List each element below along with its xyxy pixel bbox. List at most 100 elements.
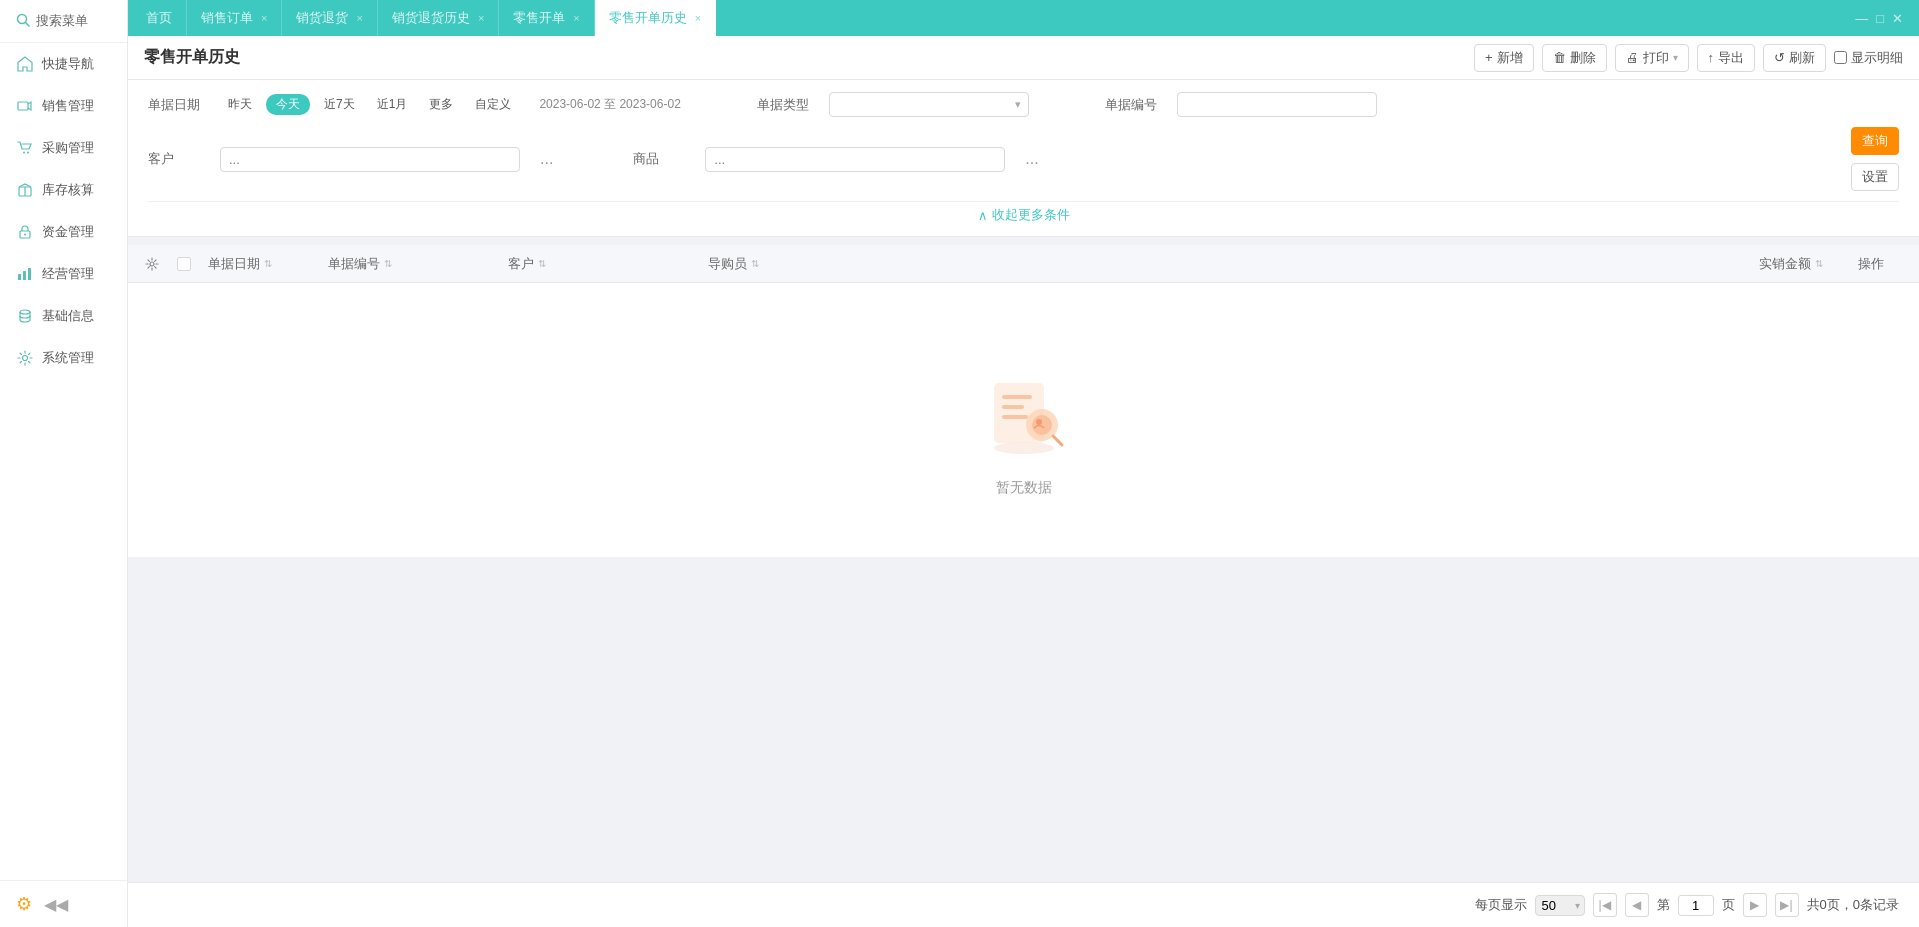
doc-number-input[interactable] [1177,92,1377,117]
tab-sales-order-label: 销售订单 [201,9,253,27]
prev-page-btn[interactable]: ◀ [1625,893,1649,917]
goods-input[interactable] [705,147,1005,172]
th-date-label: 单据日期 [208,255,260,273]
svg-line-22 [1053,436,1062,445]
date-btn-last7[interactable]: 近7天 [316,94,363,115]
tab-sales-return-history[interactable]: 销货退货历史 × [378,0,499,36]
gear-icon [16,349,34,367]
th-amount[interactable]: 实销金额 ⇅ [1711,255,1831,273]
show-detail-checkbox-wrap[interactable]: 显示明细 [1834,49,1903,67]
query-label: 查询 [1862,132,1888,150]
print-icon: 🖨 [1626,50,1639,65]
sidebar-search[interactable]: 搜索菜单 [0,0,127,43]
customer-filter-label: 客户 [148,150,204,168]
print-button[interactable]: 🖨 打印 ▾ [1615,44,1689,72]
sidebar-search-label: 搜索菜单 [36,12,88,30]
page-number-input[interactable]: 1 [1678,895,1714,916]
tab-sales-return-close[interactable]: × [356,12,362,24]
top-nav: 首页 销售订单 × 销货退货 × 销货退货历史 × 零售开单 × 零售开单历史 … [128,0,1919,36]
sidebar-item-system[interactable]: 系统管理 [0,337,127,379]
date-btn-custom[interactable]: 自定义 [467,94,519,115]
svg-line-1 [26,22,30,26]
tab-sales-return[interactable]: 销货退货 × [282,0,377,36]
export-button[interactable]: ↑ 导出 [1697,44,1756,72]
tab-home[interactable]: 首页 [136,0,187,36]
sidebar-item-sales-mgmt[interactable]: 销售管理 [0,85,127,127]
svg-point-21 [1032,415,1052,435]
date-btn-today[interactable]: 今天 [266,94,310,115]
customer-input[interactable] [220,147,520,172]
filter-area: 单据日期 昨天 今天 近7天 近1月 更多 自定义 2023-06-02 至 2… [128,80,1919,237]
svg-point-12 [20,310,30,314]
select-all-checkbox[interactable] [177,257,191,271]
sidebar-item-label: 采购管理 [42,139,94,157]
refresh-label: 刷新 [1789,49,1815,67]
customer-dots-btn[interactable]: ... [536,150,557,168]
refresh-icon: ↺ [1774,50,1785,65]
date-btn-yesterday[interactable]: 昨天 [220,94,260,115]
collapse-sidebar-icon[interactable]: ◀◀ [44,895,68,914]
tab-home-label: 首页 [146,9,172,27]
sidebar-item-operations[interactable]: 经营管理 [0,253,127,295]
th-number[interactable]: 单据编号 ⇅ [320,255,500,273]
window-close-btn[interactable]: ✕ [1892,11,1903,26]
svg-rect-10 [23,271,26,280]
add-label: 新增 [1497,49,1523,67]
sidebar-item-finance[interactable]: 资金管理 [0,211,127,253]
window-restore-btn[interactable]: □ [1876,11,1884,26]
sidebar-item-basic-info[interactable]: 基础信息 [0,295,127,337]
export-icon: ↑ [1708,50,1715,65]
tab-retail-history-close[interactable]: × [695,12,701,24]
goods-dots-btn[interactable]: ... [1021,150,1042,168]
filter-row-1: 单据日期 昨天 今天 近7天 近1月 更多 自定义 2023-06-02 至 2… [148,92,1899,117]
doc-number-label: 单据编号 [1105,96,1161,114]
tab-retail-open[interactable]: 零售开单 × [499,0,594,36]
svg-point-15 [994,442,1054,454]
sidebar-item-label: 库存核算 [42,181,94,199]
empty-icon [974,363,1074,463]
export-label: 导出 [1718,49,1744,67]
table-settings-icon[interactable] [136,257,168,271]
empty-state: 暂无数据 [128,283,1919,557]
first-page-btn[interactable]: |◀ [1593,893,1617,917]
doc-type-select-wrap [829,92,1029,117]
th-customer[interactable]: 客户 ⇅ [500,255,700,273]
database-icon [16,307,34,325]
table-header-checkbox[interactable] [168,257,200,271]
date-btn-last1month[interactable]: 近1月 [369,94,416,115]
tab-sales-order-close[interactable]: × [261,12,267,24]
date-btn-more[interactable]: 更多 [421,94,461,115]
sidebar-item-label: 经营管理 [42,265,94,283]
tab-retail-history[interactable]: 零售开单历史 × [595,0,716,36]
add-button[interactable]: + 新增 [1474,44,1534,72]
sidebar-item-quick-nav[interactable]: 快捷导航 [0,43,127,85]
settings-button[interactable]: 设置 [1851,163,1899,191]
refresh-button[interactable]: ↺ 刷新 [1763,44,1826,72]
th-guide[interactable]: 导购员 ⇅ [700,255,820,273]
collapse-filter-btn[interactable]: ∧ 收起更多条件 [148,201,1899,228]
next-page-btn[interactable]: ▶ [1743,893,1767,917]
tab-sales-order[interactable]: 销售订单 × [187,0,282,36]
doc-type-select[interactable] [829,92,1029,117]
query-button[interactable]: 查询 [1851,127,1899,155]
delete-button[interactable]: 🗑 删除 [1542,44,1607,72]
settings-bottom-icon[interactable]: ⚙ [16,893,32,915]
svg-point-14 [150,262,154,266]
tab-retail-open-close[interactable]: × [573,12,579,24]
tab-sales-return-history-close[interactable]: × [478,12,484,24]
sidebar-item-purchase-mgmt[interactable]: 采购管理 [0,127,127,169]
window-minimize-btn[interactable]: — [1855,11,1868,26]
sidebar-item-inventory[interactable]: 库存核算 [0,169,127,211]
sidebar-item-label: 基础信息 [42,307,94,325]
date-filter-btns: 昨天 今天 近7天 近1月 更多 自定义 [220,94,519,115]
page-title: 零售开单历史 [144,47,240,68]
per-page-label: 每页显示 [1475,896,1527,914]
show-detail-checkbox[interactable] [1834,51,1847,64]
sidebar-item-label: 快捷导航 [42,55,94,73]
search-icon [16,13,30,30]
last-page-btn[interactable]: ▶| [1775,893,1799,917]
svg-rect-9 [18,274,21,280]
th-date-sort-icon: ⇅ [264,258,272,269]
per-page-select[interactable]: 10 20 50 100 [1535,895,1585,916]
th-date[interactable]: 单据日期 ⇅ [200,255,320,273]
